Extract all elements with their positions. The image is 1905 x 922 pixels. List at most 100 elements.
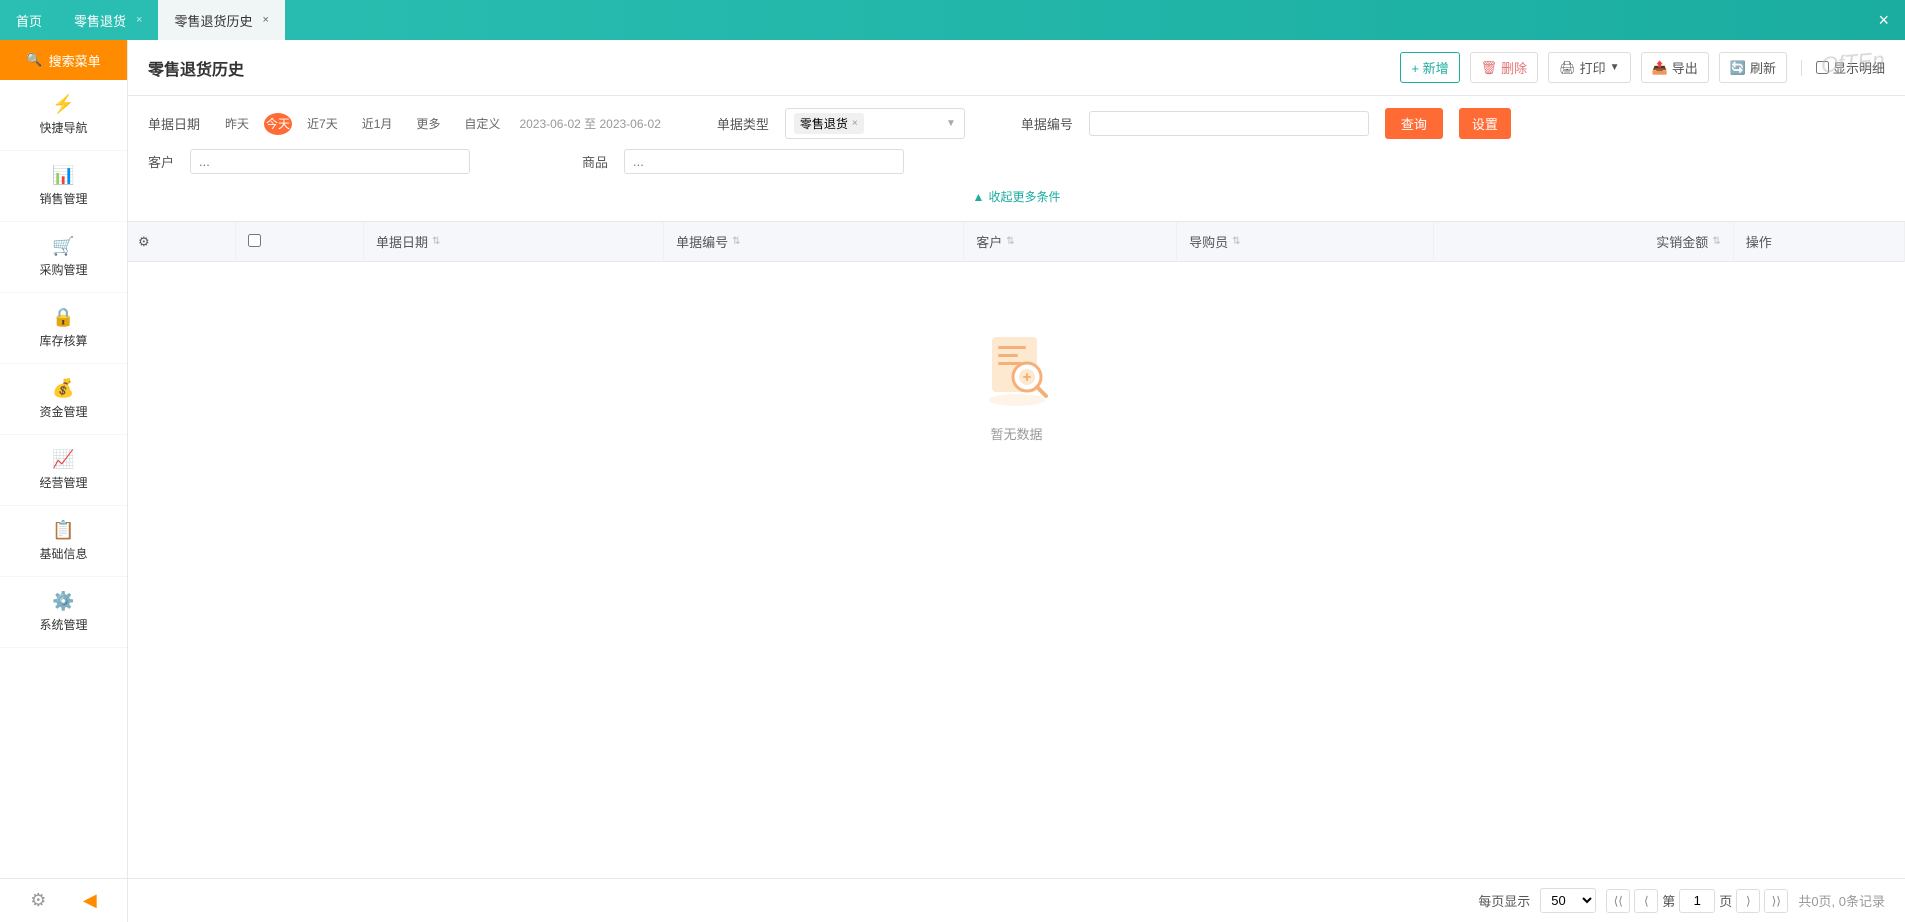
pagination-bar: 每页显示 10 20 50 100 ⟨⟨ ⟨ 第 页 ⟩ ⟩⟩ <box>128 878 1905 922</box>
date-custom-btn[interactable]: 自定义 <box>455 112 509 135</box>
tab-list: 首页 零售退货 × 零售退货历史 × <box>0 0 1878 40</box>
voucher-sort[interactable]: 单据编号 ⇅ <box>676 232 951 251</box>
sidebar-item-finance[interactable]: 💰 资金管理 <box>0 364 127 435</box>
tab-retail-return[interactable]: 零售退货 × <box>58 0 158 40</box>
table-voucher-th: 单据编号 ⇅ <box>664 222 964 262</box>
tab-home[interactable]: 首页 <box>0 0 58 40</box>
type-select-dropdown-icon: ▼ <box>946 118 956 129</box>
sidebar-item-base-info[interactable]: 📋 基础信息 <box>0 506 127 577</box>
print-icon: 🖨 <box>1559 60 1576 76</box>
search-icon: 🔍 <box>26 52 42 68</box>
settings-bottom-icon[interactable]: ⚙ <box>30 890 46 911</box>
table-amount-th: 实销金额 ⇅ <box>1433 222 1733 262</box>
setting-button[interactable]: 设置 <box>1459 108 1511 139</box>
next-page-btn[interactable]: ⟩ <box>1736 889 1760 913</box>
sales-mgmt-icon: 📊 <box>52 165 74 186</box>
amount-col-label: 实销金额 <box>1656 232 1708 251</box>
operations-icon: 📈 <box>52 449 74 470</box>
sidebar-item-quick-nav[interactable]: ⚡ 快捷导航 <box>0 80 127 151</box>
new-button[interactable]: + 新增 <box>1400 52 1459 83</box>
collapse-label: 收起更多条件 <box>988 188 1060 205</box>
page-title: 零售退货历史 <box>148 56 244 80</box>
date-sort[interactable]: 单据日期 ⇅ <box>376 232 651 251</box>
delete-button[interactable]: 🗑 删除 <box>1470 52 1539 83</box>
amount-sort[interactable]: 实销金额 ⇅ <box>1446 232 1721 251</box>
date-quick-group: 昨天 今天 近7天 近1月 更多 自定义 2023-06-02 至 2023-0… <box>216 112 661 135</box>
type-tag: 零售退货 × <box>794 113 864 134</box>
display-detail-checkbox-label[interactable]: 显示明细 <box>1816 58 1885 77</box>
customer-input[interactable] <box>190 149 470 174</box>
sidebar-item-operations-label: 经营管理 <box>39 474 87 491</box>
guide-sort[interactable]: 导购员 ⇅ <box>1189 232 1420 251</box>
filter-row-1: 单据日期 昨天 今天 近7天 近1月 更多 自定义 2023-06-02 至 2… <box>148 108 1885 139</box>
collapse-sidebar-icon[interactable]: ◀ <box>83 890 97 911</box>
sidebar-bottom: ⚙ ◀ <box>0 878 127 922</box>
table-guide-th: 导购员 ⇅ <box>1177 222 1433 262</box>
date-7days-btn[interactable]: 近7天 <box>298 112 347 135</box>
last-page-btn[interactable]: ⟩⟩ <box>1764 889 1788 913</box>
type-tag-label: 零售退货 <box>800 115 848 132</box>
voucher-input[interactable] <box>1089 111 1369 136</box>
customer-filter-label: 客户 <box>148 152 174 171</box>
display-detail-checkbox[interactable] <box>1816 61 1829 74</box>
table-action-th: 操作 <box>1733 222 1904 262</box>
type-select[interactable]: 零售退货 × ▼ <box>785 108 965 139</box>
table-customer-th: 客户 ⇅ <box>964 222 1177 262</box>
voucher-col-label: 单据编号 <box>676 232 728 251</box>
date-1month-btn[interactable]: 近1月 <box>353 112 402 135</box>
goods-input[interactable] <box>624 149 904 174</box>
prev-page-btn[interactable]: ⟨ <box>1634 889 1658 913</box>
empty-state: 暂无数据 <box>128 262 1905 503</box>
content-area: 零售退货历史 + 新增 🗑 删除 🖨 打印 ▼ 📤 导出 🔄 <box>128 40 1905 922</box>
tab-retail-return-close[interactable]: × <box>136 14 142 26</box>
select-all-checkbox[interactable] <box>248 234 261 247</box>
filter-row-2: 客户 商品 <box>148 149 1885 174</box>
page-input[interactable] <box>1679 889 1715 913</box>
sidebar-item-system-mgmt[interactable]: ⚙️ 系统管理 <box>0 577 127 648</box>
sidebar-item-sales-mgmt[interactable]: 📊 销售管理 <box>0 151 127 222</box>
export-button[interactable]: 📤 导出 <box>1641 52 1709 83</box>
query-button[interactable]: 查询 <box>1385 108 1443 139</box>
type-filter-label: 单据类型 <box>717 114 769 133</box>
date-yesterday-btn[interactable]: 昨天 <box>216 112 258 135</box>
refresh-button[interactable]: 🔄 刷新 <box>1719 52 1787 83</box>
date-col-label: 单据日期 <box>376 232 428 251</box>
page-size-select: 10 20 50 100 <box>1540 888 1596 913</box>
table-settings-th[interactable]: ⚙ <box>128 222 236 262</box>
sidebar-item-quick-nav-label: 快捷导航 <box>39 119 87 136</box>
print-button[interactable]: 🖨 打印 ▼ <box>1548 52 1630 83</box>
table-checkbox-th[interactable] <box>236 222 364 262</box>
date-today-btn[interactable]: 今天 <box>264 113 292 135</box>
sidebar-item-operations[interactable]: 📈 经营管理 <box>0 435 127 506</box>
system-mgmt-icon: ⚙️ <box>52 591 74 612</box>
tab-retail-return-history[interactable]: 零售退货历史 × <box>158 0 284 40</box>
quick-nav-icon: ⚡ <box>52 94 74 115</box>
purchase-mgmt-icon: 🛒 <box>52 236 74 257</box>
first-page-btn[interactable]: ⟨⟨ <box>1606 889 1630 913</box>
type-tag-close[interactable]: × <box>852 118 858 129</box>
sidebar-item-base-info-label: 基础信息 <box>39 545 87 562</box>
sidebar-search[interactable]: 🔍 搜索菜单 <box>0 40 127 80</box>
data-table: ⚙ 单据日期 ⇅ 单据编号 ⇅ <box>128 222 1905 262</box>
delete-icon: 🗑 <box>1481 60 1498 76</box>
chapter-word: 第 <box>1662 891 1675 910</box>
guide-col-label: 导购员 <box>1189 232 1228 251</box>
table-area: ⚙ 单据日期 ⇅ 单据编号 ⇅ <box>128 222 1905 922</box>
sidebar: 🔍 搜索菜单 ⚡ 快捷导航 📊 销售管理 🛒 采购管理 🔒 库存核算 💰 <box>0 40 128 922</box>
tab-retail-return-history-label: 零售退货历史 <box>174 11 252 30</box>
window-close-icon[interactable]: × <box>1878 10 1889 31</box>
date-sort-icon: ⇅ <box>432 236 440 247</box>
customer-sort-icon: ⇅ <box>1006 236 1014 247</box>
sidebar-item-finance-label: 资金管理 <box>39 403 87 420</box>
sidebar-item-inventory[interactable]: 🔒 库存核算 <box>0 293 127 364</box>
voucher-sort-icon: ⇅ <box>732 236 740 247</box>
sidebar-search-label: 搜索菜单 <box>49 51 101 70</box>
top-bar: 首页 零售退货 × 零售退货历史 × × <box>0 0 1905 40</box>
sidebar-item-purchase-mgmt[interactable]: 🛒 采购管理 <box>0 222 127 293</box>
page-size-dropdown[interactable]: 10 20 50 100 <box>1540 888 1596 913</box>
customer-sort[interactable]: 客户 ⇅ <box>976 232 1164 251</box>
base-info-icon: 📋 <box>52 520 74 541</box>
tab-retail-return-history-close[interactable]: × <box>262 14 268 26</box>
collapse-bar[interactable]: ▲ 收起更多条件 <box>148 184 1885 209</box>
date-more-btn[interactable]: 更多 <box>407 112 449 135</box>
